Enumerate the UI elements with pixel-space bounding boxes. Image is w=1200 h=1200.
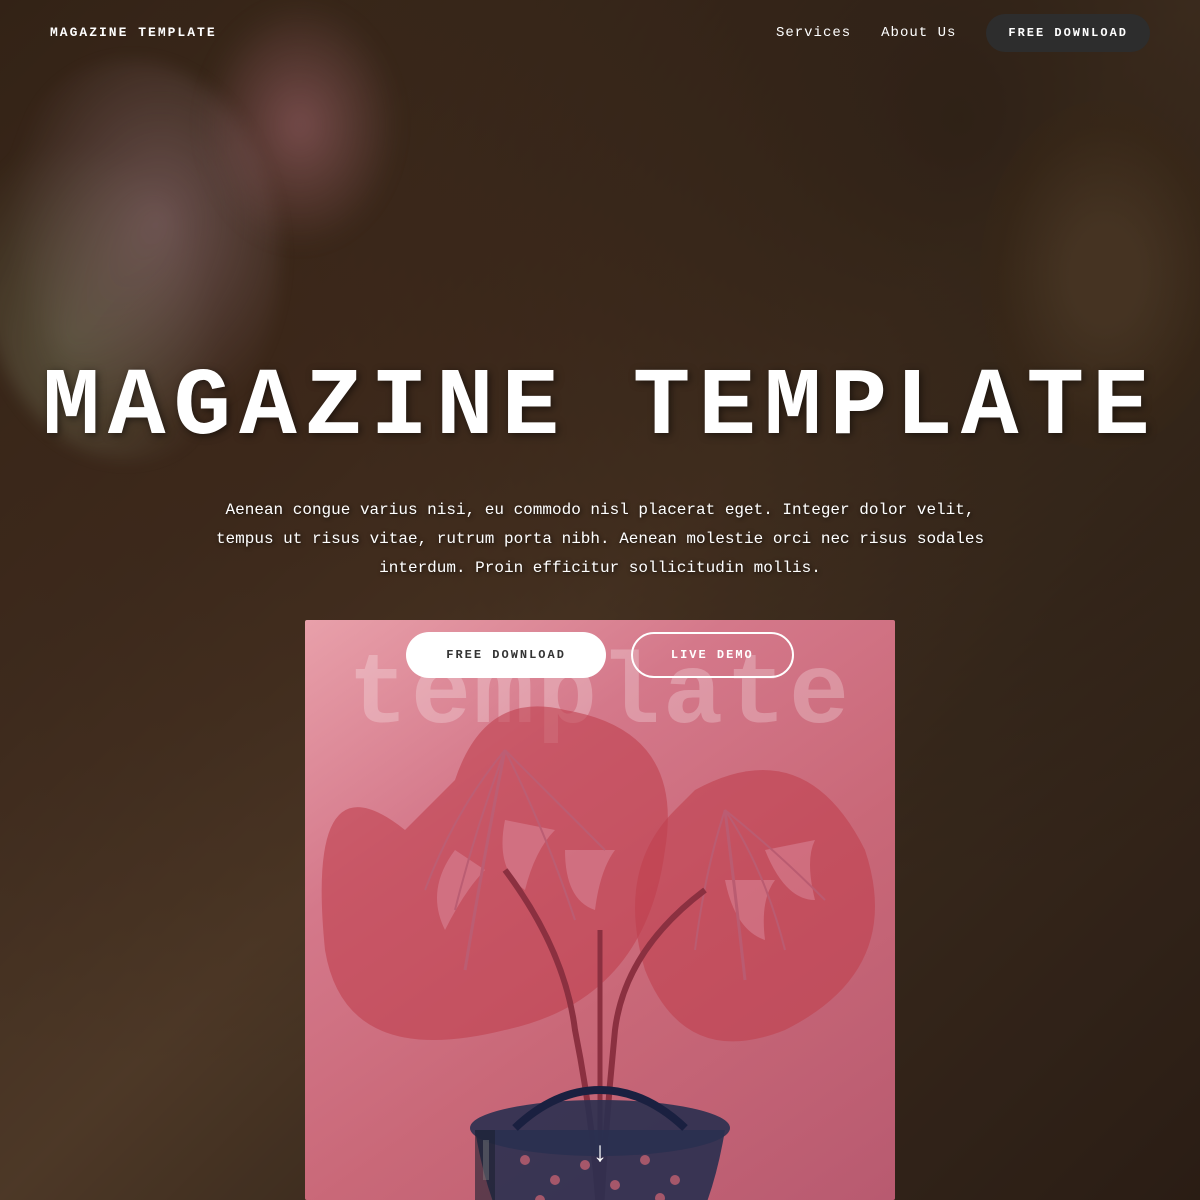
live-demo-button[interactable]: LIVE DEMO: [631, 632, 794, 678]
scroll-arrow[interactable]: ↓: [592, 1139, 609, 1170]
hero-title: MAGAZINE TEMPLATE: [42, 360, 1157, 456]
download-button[interactable]: FREE DOWNLOAD: [406, 632, 606, 678]
hero-buttons: FREE DOWNLOAD LIVE DEMO: [406, 632, 793, 678]
hero-description: Aenean congue varius nisi, eu commodo ni…: [210, 496, 990, 582]
hero-content: MAGAZINE TEMPLATE Aenean congue varius n…: [0, 0, 1200, 1200]
